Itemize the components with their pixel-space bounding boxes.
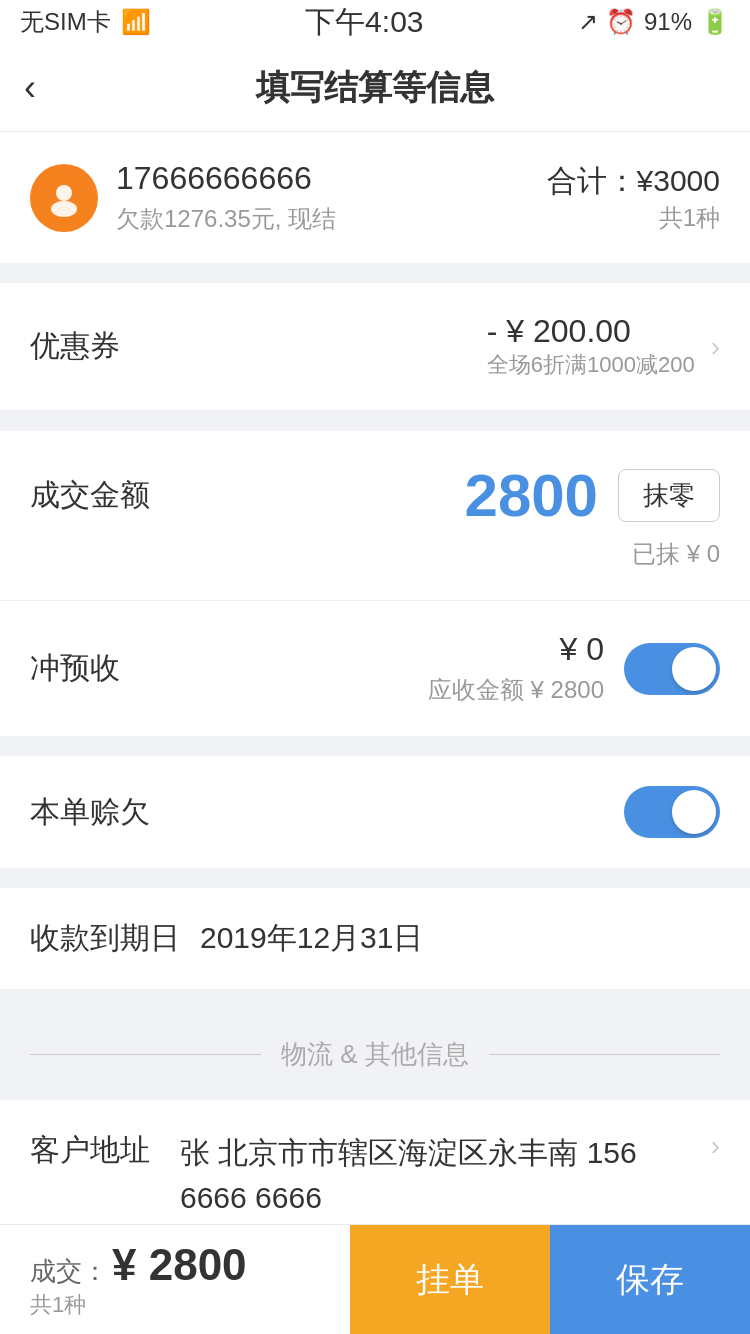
prereceive-right: ¥ 0 应收金额 ¥ 2800 [428, 631, 720, 706]
prereceive-toggle[interactable] [624, 643, 720, 695]
user-card: 17666666666 欠款1276.35元, 现结 合计：¥3000 共1种 [0, 132, 750, 263]
bottom-info: 成交： ¥ 2800 共1种 [0, 1225, 350, 1334]
content-area: 17666666666 欠款1276.35元, 现结 合计：¥3000 共1种 … [0, 132, 750, 1334]
section-gap-4 [0, 989, 750, 1009]
svg-point-0 [56, 185, 72, 201]
bottom-actions: 挂单 保存 [350, 1225, 750, 1334]
battery-label: 91% [644, 8, 692, 36]
deal-section: 成交金额 2800 抹零 已抹 ¥ 0 [0, 431, 750, 600]
carrier-label: 无SIM卡 [20, 6, 111, 38]
prereceive-label: 冲预收 [30, 648, 120, 689]
coupon-amount: - ¥ 200.00 [487, 313, 695, 350]
prereceive-amount: ¥ 0 [428, 631, 604, 668]
bottom-count: 共1种 [30, 1290, 320, 1320]
status-right: ↗ ⏰ 91% 🔋 [578, 8, 730, 36]
page-title: 填写结算等信息 [256, 65, 494, 111]
section-gap-1 [0, 411, 750, 431]
location-icon: ↗ [578, 8, 598, 36]
save-button[interactable]: 保存 [550, 1225, 750, 1334]
prereceive-section: 冲预收 ¥ 0 应收金额 ¥ 2800 [0, 600, 750, 736]
duedate-section: 收款到期日 2019年12月31日 [0, 888, 750, 989]
coupon-row[interactable]: 优惠券 - ¥ 200.00 全场6折满1000减200 › [0, 283, 750, 411]
status-time: 下午4:03 [305, 2, 423, 43]
pending-button[interactable]: 挂单 [350, 1225, 550, 1334]
user-total: 合计：¥3000 共1种 [547, 161, 720, 234]
bottom-deal-label: 成交： [30, 1254, 108, 1289]
round-button[interactable]: 抹零 [618, 469, 720, 522]
coupon-right: - ¥ 200.00 全场6折满1000减200 › [487, 313, 720, 380]
bottom-bar: 成交： ¥ 2800 共1种 挂单 保存 [0, 1224, 750, 1334]
prereceive-amount-wrap: ¥ 0 应收金额 ¥ 2800 [428, 631, 604, 706]
status-left: 无SIM卡 📶 [20, 6, 151, 38]
debt-toggle-knob [672, 790, 716, 834]
coupon-chevron-icon: › [711, 331, 720, 363]
coupon-label: 优惠券 [30, 326, 120, 367]
deal-value: 2800 [465, 461, 598, 530]
deal-label: 成交金额 [30, 475, 150, 516]
user-details: 17666666666 欠款1276.35元, 现结 [116, 160, 336, 235]
user-info-left: 17666666666 欠款1276.35元, 现结 [30, 160, 336, 235]
avatar [30, 164, 98, 232]
status-bar: 无SIM卡 📶 下午4:03 ↗ ⏰ 91% 🔋 [0, 0, 750, 44]
nav-bar: ‹ 填写结算等信息 [0, 44, 750, 132]
duedate-value: 2019年12月31日 [200, 918, 423, 959]
alarm-icon: ⏰ [606, 8, 636, 36]
address-chevron-icon: › [711, 1130, 720, 1162]
deal-row: 成交金额 2800 抹零 [30, 461, 720, 530]
debt-toggle[interactable] [624, 786, 720, 838]
logistics-text: 物流 & 其他信息 [281, 1037, 469, 1072]
logistics-line-right [489, 1054, 720, 1055]
svg-point-1 [51, 201, 77, 217]
section-gap-3 [0, 868, 750, 888]
debt-section: 本单赊欠 [0, 756, 750, 868]
coupon-desc: 全场6折满1000减200 [487, 350, 695, 380]
section-gap-2 [0, 736, 750, 756]
total-count: 共1种 [547, 202, 720, 234]
back-button[interactable]: ‹ [24, 67, 36, 109]
deal-value-wrap: 2800 抹零 [465, 461, 720, 530]
logistics-line-left [30, 1054, 261, 1055]
address-label: 客户地址 [30, 1130, 150, 1171]
deal-sub-text: 已抹 ¥ 0 [30, 538, 720, 570]
prereceive-row: 冲预收 ¥ 0 应收金额 ¥ 2800 [30, 631, 720, 706]
bottom-deal-amount: ¥ 2800 [112, 1240, 247, 1290]
user-phone: 17666666666 [116, 160, 336, 197]
toggle-knob [672, 647, 716, 691]
debt-label: 本单赊欠 [30, 792, 150, 833]
duedate-label: 收款到期日 [30, 918, 180, 959]
battery-icon: 🔋 [700, 8, 730, 36]
prereceive-sub: 应收金额 ¥ 2800 [428, 674, 604, 706]
user-debt-info: 欠款1276.35元, 现结 [116, 203, 336, 235]
address-value: 张 北京市市辖区海淀区永丰南 156 6666 6666 [180, 1130, 711, 1220]
wifi-icon: 📶 [121, 8, 151, 36]
logistics-header: 物流 & 其他信息 [0, 1009, 750, 1100]
total-amount: 合计：¥3000 [547, 161, 720, 202]
